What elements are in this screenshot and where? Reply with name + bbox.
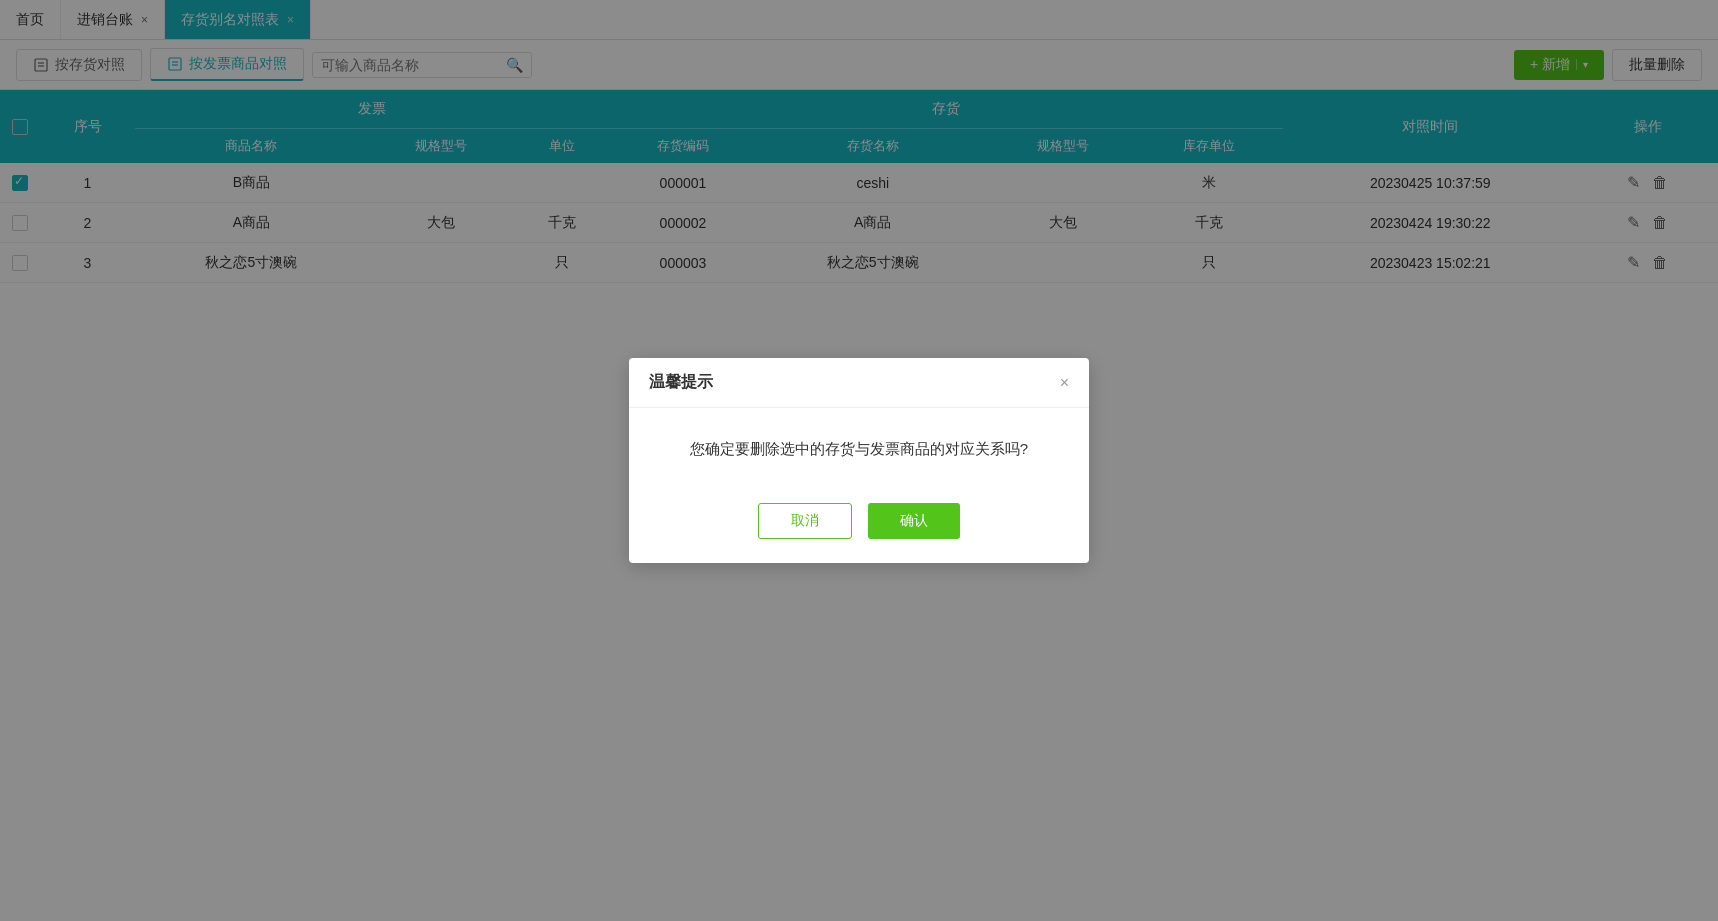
btn-confirm-label: 确认	[900, 512, 928, 528]
dialog-title: 温馨提示	[649, 372, 713, 393]
dialog-message: 您确定要删除选中的存货与发票商品的对应关系吗?	[690, 440, 1028, 457]
dialog-header: 温馨提示 ×	[629, 358, 1089, 408]
btn-confirm[interactable]: 确认	[868, 503, 960, 539]
btn-cancel-label: 取消	[791, 512, 819, 528]
dialog-close-icon[interactable]: ×	[1060, 374, 1069, 392]
dialog-footer: 取消 确认	[629, 487, 1089, 563]
btn-cancel[interactable]: 取消	[758, 503, 852, 539]
modal-overlay: 温馨提示 × 您确定要删除选中的存货与发票商品的对应关系吗? 取消 确认	[0, 0, 1718, 921]
dialog-body: 您确定要删除选中的存货与发票商品的对应关系吗?	[629, 408, 1089, 487]
confirm-dialog: 温馨提示 × 您确定要删除选中的存货与发票商品的对应关系吗? 取消 确认	[629, 358, 1089, 563]
